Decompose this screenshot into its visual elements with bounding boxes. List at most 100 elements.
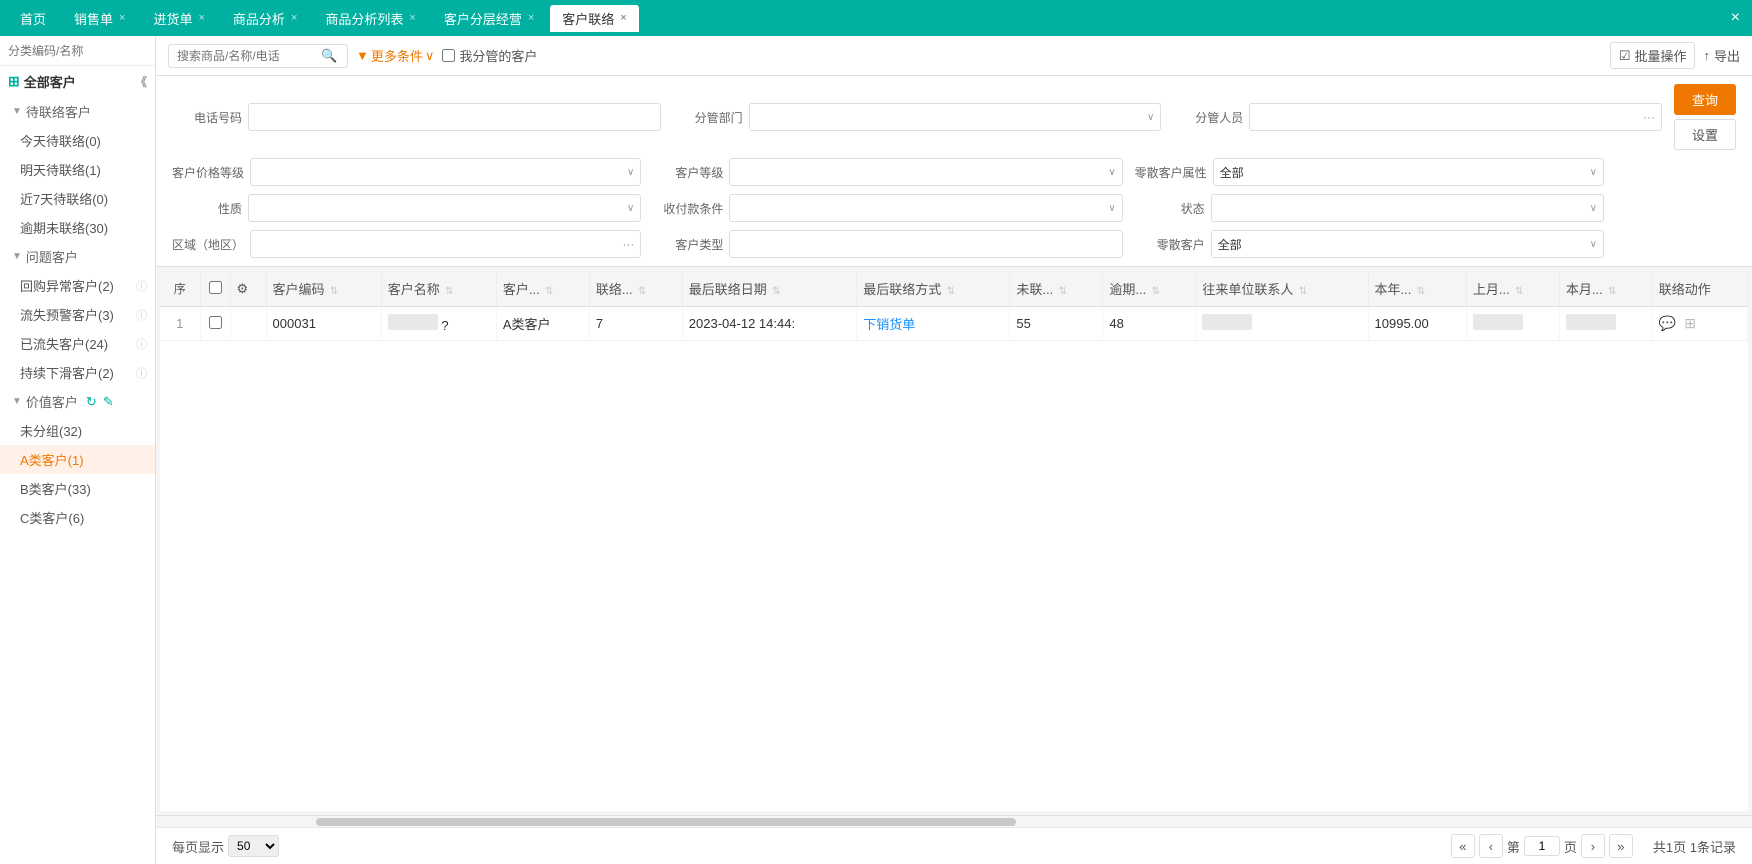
- row-checkbox[interactable]: [209, 316, 222, 329]
- cell-cust-code: 000031: [266, 307, 381, 341]
- refresh-icon[interactable]: ↻: [86, 394, 97, 410]
- nav-tab-sales[interactable]: 销售单 ×: [62, 5, 137, 32]
- col-header-cust-code[interactable]: 客户编码 ⇅: [266, 271, 381, 307]
- col-header-check[interactable]: [200, 271, 230, 307]
- content-area: 🔍 ▼ 更多条件 ∨ 我分管的客户 ☑ 批量操作 ↑ 导出: [156, 36, 1752, 864]
- sidebar-item-repurchase-abnormal[interactable]: 回购异常客户(2) ⓘ: [0, 271, 155, 300]
- cell-uncontacted: 55: [1010, 307, 1103, 341]
- my-customers-checkbox[interactable]: 我分管的客户: [442, 46, 537, 65]
- sidebar-item-ungrouped[interactable]: 未分组(32): [0, 416, 155, 445]
- search-box[interactable]: 🔍: [168, 44, 348, 68]
- close-icon[interactable]: ×: [291, 12, 297, 24]
- col-header-last-contact-date[interactable]: 最后联络日期 ⇅: [682, 271, 856, 307]
- close-icon[interactable]: ×: [119, 12, 125, 24]
- sidebar-item-tomorrow-pending[interactable]: 明天待联络(1): [0, 155, 155, 184]
- region-input[interactable]: ···: [250, 230, 641, 258]
- scrollbar-thumb[interactable]: [316, 818, 1016, 826]
- export-button[interactable]: ↑ 导出: [1703, 46, 1740, 65]
- col-header-this-year[interactable]: 本年... ⇅: [1368, 271, 1466, 307]
- pay-terms-select[interactable]: ∨: [729, 194, 1122, 222]
- batch-operation-button[interactable]: ☑ 批量操作: [1610, 42, 1696, 69]
- select-all-checkbox[interactable]: [209, 281, 222, 294]
- col-header-cust-type[interactable]: 客户... ⇅: [496, 271, 589, 307]
- contact-method-link[interactable]: 下销货单: [863, 317, 915, 332]
- edit-icon[interactable]: ✎: [103, 394, 114, 410]
- setting-button[interactable]: 设置: [1674, 119, 1736, 150]
- col-header-last-contact-method[interactable]: 最后联络方式 ⇅: [857, 271, 1010, 307]
- settings-icon[interactable]: ⚙: [237, 281, 249, 296]
- sidebar-item-today-pending[interactable]: 今天待联络(0): [0, 126, 155, 155]
- sidebar-group-problem[interactable]: ▼ 问题客户: [0, 242, 155, 271]
- sidebar-item-churned[interactable]: 已流失客户(24) ⓘ: [0, 329, 155, 358]
- col-header-uncontacted[interactable]: 未联... ⇅: [1010, 271, 1103, 307]
- retail-cust-select[interactable]: 全部 ∨: [1211, 230, 1604, 258]
- filter-region: 区域（地区） ···: [172, 230, 641, 258]
- sidebar-all-customers[interactable]: ⊞ 全部客户 《: [0, 66, 155, 97]
- col-header-this-month[interactable]: 本月... ⇅: [1559, 271, 1652, 307]
- search-input[interactable]: [177, 49, 317, 63]
- col-header-last-month[interactable]: 上月... ⇅: [1466, 271, 1559, 307]
- dept-select[interactable]: ∨: [749, 103, 1162, 131]
- sidebar-search-input[interactable]: [8, 44, 156, 58]
- arrow-icon: ▼: [12, 251, 22, 262]
- next-page-button[interactable]: ›: [1581, 834, 1605, 858]
- sidebar-item-churn-warning[interactable]: 流失预警客户(3) ⓘ: [0, 300, 155, 329]
- filter-nature: 性质 ∨: [172, 194, 641, 222]
- chevron-down-icon: ∨: [627, 203, 634, 214]
- nav-tab-home[interactable]: 首页: [8, 5, 58, 32]
- qr-icon[interactable]: ⊞: [1684, 315, 1696, 332]
- cust-level-select[interactable]: ∨: [729, 158, 1122, 186]
- sidebar-item-7day-pending[interactable]: 近7天待联络(0): [0, 184, 155, 213]
- cust-type-input[interactable]: [729, 230, 1122, 258]
- phone-input[interactable]: [248, 103, 661, 131]
- nav-tab-product-analysis-list[interactable]: 商品分析列表 ×: [313, 5, 427, 32]
- page-number-input[interactable]: [1524, 836, 1560, 856]
- sidebar-item-class-c[interactable]: C类客户(6): [0, 503, 155, 532]
- sidebar-item-class-b[interactable]: B类客户(33): [0, 474, 155, 503]
- chevron-down-icon: ∨: [1108, 167, 1115, 178]
- window-close-button[interactable]: ×: [1727, 5, 1744, 31]
- my-customers-check[interactable]: [442, 49, 455, 62]
- status-select[interactable]: ∨: [1211, 194, 1604, 222]
- close-icon[interactable]: ×: [620, 12, 626, 24]
- cell-this-month: [1559, 307, 1652, 341]
- cell-last-contact-method[interactable]: 下销货单: [857, 307, 1010, 341]
- table-header-row: 序 ⚙ 客户编码 ⇅ 客户名称 ⇅: [160, 271, 1748, 307]
- filter-row-2: 客户价格等级 ∨ 客户等级 ∨ 零散客户属性 全部 ∨: [172, 158, 1736, 186]
- page-size-select-input[interactable]: 50 100 200: [228, 835, 279, 857]
- col-header-action: 联络动作: [1652, 271, 1747, 307]
- last-page-button[interactable]: »: [1609, 834, 1633, 858]
- close-icon[interactable]: ×: [528, 12, 534, 24]
- nature-select[interactable]: ∨: [248, 194, 641, 222]
- nav-tab-customer-tier[interactable]: 客户分层经营 ×: [432, 5, 546, 32]
- query-button[interactable]: 查询: [1674, 84, 1736, 115]
- col-header-cust-name[interactable]: 客户名称 ⇅: [381, 271, 496, 307]
- first-page-button[interactable]: «: [1451, 834, 1475, 858]
- chevron-down-icon: ∨: [1147, 112, 1154, 123]
- col-header-overdue[interactable]: 逾期... ⇅: [1103, 271, 1196, 307]
- sidebar-item-overdue-pending[interactable]: 逾期未联络(30): [0, 213, 155, 242]
- col-header-settings[interactable]: ⚙: [230, 271, 266, 307]
- prev-page-button[interactable]: ‹: [1479, 834, 1503, 858]
- nav-tab-purchase[interactable]: 进货单 ×: [141, 5, 216, 32]
- retail-attr-select[interactable]: 全部 ∨: [1213, 158, 1604, 186]
- chat-icon[interactable]: 💬: [1659, 315, 1676, 332]
- price-level-select[interactable]: ∨: [250, 158, 641, 186]
- close-icon[interactable]: ×: [198, 12, 204, 24]
- more-filters-button[interactable]: ▼ 更多条件 ∨: [356, 46, 434, 65]
- horizontal-scrollbar[interactable]: [156, 815, 1752, 827]
- nav-tab-product-analysis[interactable]: 商品分析 ×: [221, 5, 309, 32]
- phone-field-input[interactable]: [255, 110, 654, 124]
- col-header-unit-contact[interactable]: 往来单位联系人 ⇅: [1196, 271, 1368, 307]
- sidebar-group-value[interactable]: ▼ 价值客户 ↻ ✎: [0, 387, 155, 416]
- col-header-contact-count[interactable]: 联络... ⇅: [589, 271, 682, 307]
- cell-check[interactable]: [200, 307, 230, 341]
- close-icon[interactable]: ×: [409, 12, 415, 24]
- sidebar-item-class-a[interactable]: A类客户(1): [0, 445, 155, 474]
- nav-tab-customer-contact[interactable]: 客户联络 ×: [550, 5, 638, 32]
- sidebar-group-pending[interactable]: ▼ 待联络客户: [0, 97, 155, 126]
- filter-row-3: 性质 ∨ 收付款条件 ∨ 状态 ∨: [172, 194, 1736, 222]
- sort-icon: ⇅: [1152, 286, 1160, 297]
- sidebar-item-declining[interactable]: 持续下滑客户(2) ⓘ: [0, 358, 155, 387]
- manager-select[interactable]: ···: [1249, 103, 1662, 131]
